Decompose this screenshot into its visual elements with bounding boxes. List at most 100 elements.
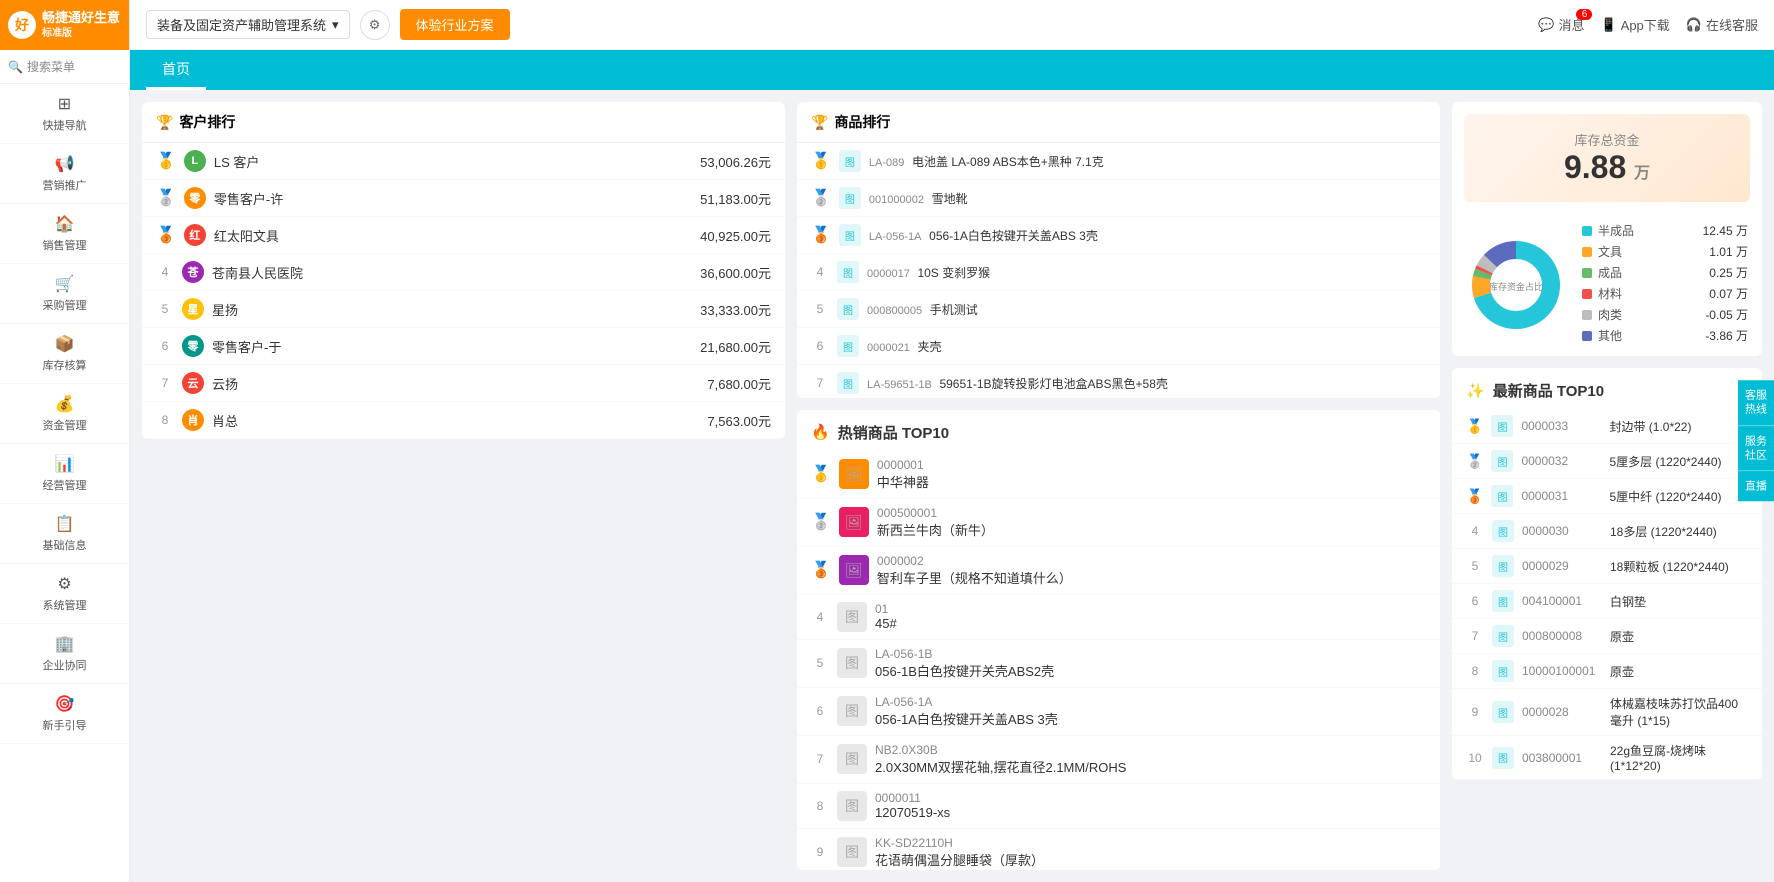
sidebar-item-label: 新手引导 [43,717,87,733]
customer-rank-item: 4 苍 苍南县人民医院 36,600.00元 [142,254,785,291]
product-thumbnail: 🖼 [839,555,869,585]
sidebar-item-marketing[interactable]: 📢 营销推广 [0,144,129,204]
product-code: 10000100001 [1522,664,1602,678]
legend-color [1582,247,1592,257]
sidebar-item-purchase[interactable]: 🛒 采购管理 [0,264,129,324]
product-code: 0000021 [867,342,910,354]
product-thumbnail: 图 [1492,701,1514,723]
sidebar-item-label: 基础信息 [43,537,87,553]
sidebar-item-company[interactable]: 🏢 企业协同 [0,624,129,684]
sidebar-item-label: 库存核算 [43,357,87,373]
donut-section: 库存资金占比 半成品 12.45 万 文具 1.01 万 成品 0.25 万 材… [1452,214,1762,356]
customer-amount: 7,563.00元 [707,411,771,430]
hot-product-item: 8 图 0000011 12070519-xs [797,784,1440,829]
sidebar-item-finance[interactable]: 💰 资金管理 [0,384,129,444]
product-thumbnail: 图 [1491,415,1513,437]
legend-item: 半成品 12.45 万 [1582,222,1748,239]
sidebar-item-label: 采购管理 [43,297,87,313]
system-selector[interactable]: 装备及固定资产辅助管理系统 ▾ [146,10,350,39]
chevron-down-icon: ▾ [332,17,339,33]
product-code: 0000002 [877,554,1426,568]
sidebar-item-quick-nav[interactable]: ⊞ 快捷导航 [0,84,129,144]
product-info: 0000002 智利车子里（规格不知道填什么） [877,554,1426,587]
product-name: 056-1B白色按键开关壳ABS2壳 [875,661,1426,680]
rank-number: 9 [811,845,829,859]
finance-icon: 💰 [55,394,75,414]
product-name: 新西兰牛肉（新牛） [877,520,1426,539]
rank-number: 7 [1466,629,1484,643]
tab-home[interactable]: 首页 [146,50,206,90]
product-info: 01 45# [875,602,1426,631]
customer-ranking-title: 客户排行 [179,112,235,132]
legend-label: 成品 [1598,264,1703,281]
sidebar-item-label: 系统管理 [43,597,87,613]
online-service-button[interactable]: 🎧 在线客服 [1686,15,1758,34]
rank-number: 4 [156,265,174,279]
customer-rank-item: 🥇 L LS 客户 53,006.26元 [142,143,785,180]
sidebar-item-label: 营销推广 [43,177,87,193]
product-thumbnail: 图 [1491,450,1513,472]
product-code: LA-056-1A [869,231,922,243]
sidebar-item-inventory[interactable]: 📦 库存核算 [0,324,129,384]
operations-icon: 📊 [55,454,75,474]
product-code: 0000029 [1522,559,1602,573]
product-thumbnail: 🖼 [839,507,869,537]
sidebar-item-sales[interactable]: 🏠 销售管理 [0,204,129,264]
customer-rank-item: 🥈 零 零售客户-许 51,183.00元 [142,180,785,217]
product-code: LA-089 [869,157,904,169]
sidebar-item-label: 经营管理 [43,477,87,493]
product-code: LA-056-1A [875,695,1426,709]
top-header: 装备及固定资产辅助管理系统 ▾ ⚙ 体验行业方案 💬 消息 6 📱 App下载 … [130,0,1774,50]
legend-value: 12.45 万 [1703,222,1748,239]
legend-item: 材料 0.07 万 [1582,285,1748,302]
product-code: 0000028 [1522,705,1602,719]
legend-label: 材料 [1598,285,1703,302]
customer-name: 零售客户-于 [212,337,692,356]
product-name: 18多层 (1220*2440) [1610,523,1748,540]
rank-number: 7 [811,752,829,766]
product-rank-item: 5 图 000800005 手机测试 [797,291,1440,328]
sidebar-item-operations[interactable]: 📊 经营管理 [0,444,129,504]
product-code: LA-056-1B [875,647,1426,661]
product-code: LA-59651-1B [867,379,932,391]
latest-products-body: 🥇 图 0000033 封边带 (1.0*22) 🥈 图 0000032 5厘多… [1452,409,1762,780]
product-thumb: 图 [839,150,861,172]
product-code: 0000031 [1521,489,1601,503]
experience-button[interactable]: 体验行业方案 [400,9,510,40]
sales-icon: 🏠 [55,214,75,234]
legend-color [1582,268,1592,278]
settings-button[interactable]: ⚙ [360,10,390,40]
app-download-button[interactable]: 📱 App下载 [1600,15,1669,34]
product-rank-item: 6 图 0000021 夹壳 [797,328,1440,365]
customer-amount: 21,680.00元 [700,337,771,356]
rank-number: 8 [811,799,829,813]
legend-item: 其他 -3.86 万 [1582,327,1748,344]
sidebar-item-guide[interactable]: 🎯 新手引导 [0,684,129,744]
float-btn-community[interactable]: 服务社区 [1738,425,1774,471]
product-code: 0000033 [1521,419,1601,433]
sidebar-item-label: 销售管理 [43,237,87,253]
float-btn-hotline[interactable]: 客服热线 [1738,380,1774,425]
sidebar-item-system[interactable]: ⚙ 系统管理 [0,564,129,624]
product-ranking-header: 🏆 商品排行 [797,102,1440,143]
left-panels: 🏆 客户排行 🥇 L LS 客户 53,006.26元 🥈 零 零售客户-许 5… [142,102,785,870]
product-info: 001000002 雪地靴 [869,190,1426,207]
hot-product-item: 🥇 🖼 0000001 中华神器 [797,451,1440,499]
rank-number: 4 [811,265,829,279]
float-btn-live[interactable]: 直播 [1738,470,1774,501]
legend-item: 肉类 -0.05 万 [1582,306,1748,323]
product-info: 0000017 10S 变刹罗猴 [867,264,1426,281]
headset-icon: 🎧 [1686,17,1702,33]
search-menu[interactable]: 🔍 搜索菜单 [0,50,129,84]
product-rank-item: 🥇 图 LA-089 电池盖 LA-089 ABS本色+黑种 7.1克 [797,143,1440,180]
customer-rank-item: 6 零 零售客户-于 21,680.00元 [142,328,785,365]
inventory-total: 库存总资金 9.88 万 [1464,114,1750,202]
customer-avatar: 零 [182,335,204,357]
rank-number: 4 [811,610,829,624]
sidebar-item-basic[interactable]: 📋 基础信息 [0,504,129,564]
latest-product-item: 🥇 图 0000033 封边带 (1.0*22) [1452,409,1762,444]
legend-color [1582,310,1592,320]
guide-icon: 🎯 [55,694,75,714]
messages-button[interactable]: 💬 消息 6 [1538,15,1584,34]
legend-value: 0.25 万 [1709,264,1748,281]
